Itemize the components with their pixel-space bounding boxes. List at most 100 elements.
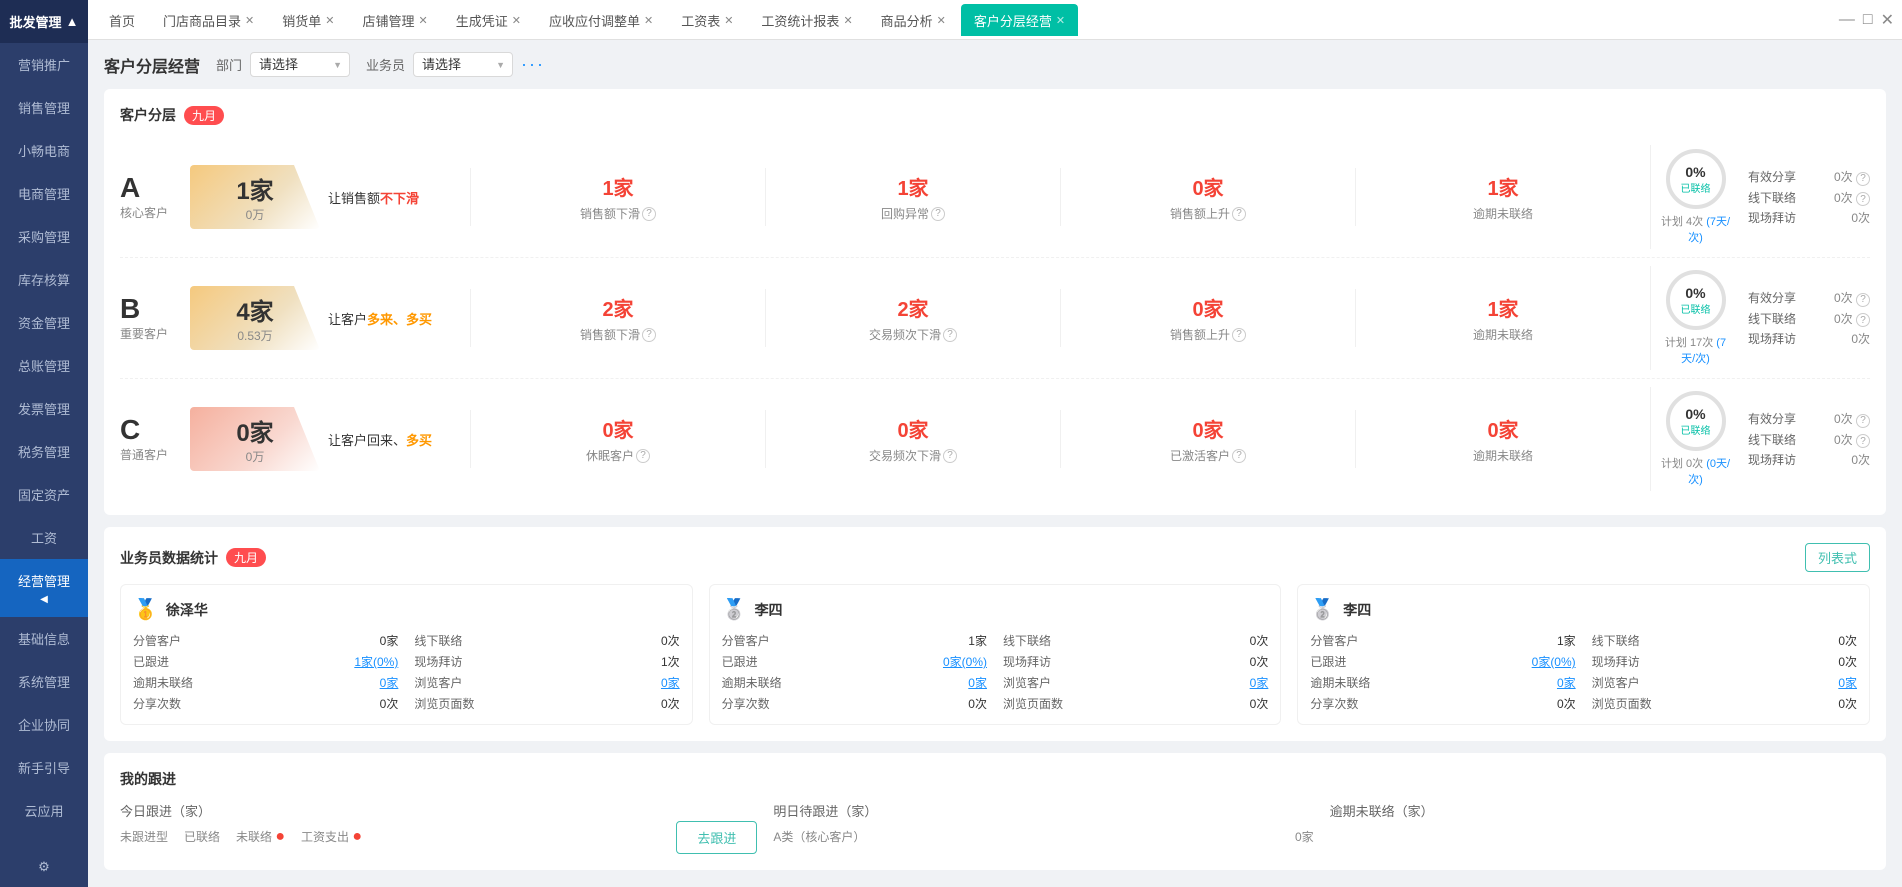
tab-home[interactable]: 首页 [96,4,148,36]
staff-m-3-3-val[interactable]: 0家(0%) [1532,653,1576,670]
tab-close-adjustment[interactable]: ✕ [644,14,653,27]
info-icon-b-s1[interactable]: ? [1856,293,1870,307]
sidebar-item-fapiao[interactable]: 发票管理 [0,387,88,430]
followup-today-col: 今日跟进（家） 未跟进型 已联络 未联络 ● 工资支出 ● [120,801,660,846]
sidebar-item-gudingzichan[interactable]: 固定资产 [0,473,88,516]
sidebar-item-xinshou[interactable]: 新手引导 [0,746,88,789]
sidebar-item-yunyingyong[interactable]: 云应用 [0,789,88,832]
staff-m-3-1-val: 1家 [1557,632,1576,649]
staff-m-2-5-val[interactable]: 0家 [968,674,987,691]
staff-m-3-1-label: 分管客户 [1310,632,1358,649]
staff-card-1-header: 🥇 徐泽华 [133,597,680,622]
sidebar-item-xiaochang[interactable]: 小畅电商 [0,129,88,172]
tab-close-generate-voucher[interactable]: ✕ [512,14,521,27]
sidebar-item-gongzi[interactable]: 工资 [0,516,88,559]
sidebar-item-caigou[interactable]: 采购管理 [0,215,88,258]
tier-a-count: 1家 [236,171,273,206]
info-icon-c1[interactable]: ? [636,449,650,463]
tier-c-metric-3-num: 0家 [1192,414,1223,443]
staff-m-2-8-label: 浏览页面数 [1003,695,1063,712]
sidebar-item-zijin[interactable]: 资金管理 [0,301,88,344]
warning-dot-2: ● [352,828,362,845]
sidebar-item-jichu[interactable]: 基础信息 [0,617,88,660]
tab-adjustment[interactable]: 应收应付调整单 ✕ [536,4,666,36]
tier-a-stat-3: 现场拜访 0次 [1748,209,1870,226]
sidebar-item-jingyingguanli[interactable]: 经营管理 ◀ [0,559,88,617]
tab-restore-icon[interactable]: □ [1863,11,1873,29]
tier-b-stat-1-label: 有效分享 [1748,289,1796,306]
sidebar-item-xitong[interactable]: 系统管理 [0,660,88,703]
info-icon-c3[interactable]: ? [1232,449,1246,463]
info-icon-3[interactable]: ? [1232,207,1246,221]
info-icon-b1[interactable]: ? [642,328,656,342]
staff-m-3-4-val: 0次 [1838,653,1857,670]
tab-sales-order[interactable]: 销货单 ✕ [269,4,347,36]
staff-m-1-6-val[interactable]: 0家 [661,674,680,691]
sidebar-item-yingxiao[interactable]: 营销推广 [0,43,88,86]
settings-button[interactable]: ⚙ [0,847,88,887]
staff-card-2-metrics: 分管客户 1家 线下联络 0次 已跟进 0家(0%) 现场拜访 [722,632,1269,712]
sidebar-item-shuiwu[interactable]: 税务管理 [0,430,88,473]
sidebar-item-xiaoshou[interactable]: 销售管理 [0,86,88,129]
staff-m-3-3-label: 已跟进 [1310,653,1346,670]
info-icon-c-s1[interactable]: ? [1856,414,1870,428]
info-icon-a2[interactable]: ? [1856,192,1870,206]
sales-select[interactable]: 请选择 [413,52,513,77]
tab-generate-voucher[interactable]: 生成凭证 ✕ [443,4,534,36]
staff-m-3-8-label: 浏览页面数 [1592,695,1652,712]
tab-customer-tier[interactable]: 客户分层经营 ✕ [961,4,1078,36]
tab-close-store-products[interactable]: ✕ [245,14,254,27]
list-view-button[interactable]: 列表式 [1805,543,1870,572]
tier-b-metric-3-num: 0家 [1192,293,1223,322]
staff-m-2-2: 线下联络 0次 [1003,632,1268,649]
tier-c-metric-2: 0家 交易频次下滑 ? [765,410,1060,468]
tab-minimize-icon[interactable]: — [1839,11,1855,29]
goto-followup-button[interactable]: 去跟进 [676,821,757,854]
tab-close-customer-tier[interactable]: ✕ [1056,14,1065,27]
staff-m-2-3-val[interactable]: 0家(0%) [943,653,987,670]
tier-a-plan-freq: (7天/次) [1688,216,1730,244]
info-icon-b-s2[interactable]: ? [1856,313,1870,327]
sidebar-header[interactable]: 批发管理 ▲ [0,0,88,43]
tab-close-payroll[interactable]: ✕ [724,14,733,27]
tab-close-product-analysis[interactable]: ✕ [937,14,946,27]
info-icon-b3[interactable]: ? [1232,328,1246,342]
tier-a-stat-2-val: 0次 ? [1834,189,1870,207]
sidebar-item-kucun[interactable]: 库存核算 [0,258,88,301]
info-icon-b2[interactable]: ? [943,328,957,342]
info-icon-1[interactable]: ? [642,207,656,221]
staff-m-2-6-val[interactable]: 0家 [1250,674,1269,691]
info-icon-c-s2[interactable]: ? [1856,434,1870,448]
tab-close-all-icon[interactable]: ✕ [1881,10,1894,30]
followup-tomorrow-title: 明日待跟进（家） [773,801,1313,820]
info-icon-c2[interactable]: ? [943,449,957,463]
tab-product-analysis[interactable]: 商品分析 ✕ [868,4,959,36]
tier-a-suggestion: 让销售额不下滑 [320,188,470,207]
staff-m-2-3: 已跟进 0家(0%) [722,653,987,670]
sidebar-item-dianshanng[interactable]: 电商管理 [0,172,88,215]
tab-close-sales-order[interactable]: ✕ [325,14,334,27]
tab-close-store-manage[interactable]: ✕ [419,14,428,27]
tab-payroll-report[interactable]: 工资统计报表 ✕ [748,4,865,36]
tier-a-metric-4-label: 逾期未联络 [1473,205,1533,222]
tab-payroll[interactable]: 工资表 ✕ [668,4,746,36]
info-icon-2[interactable]: ? [931,207,945,221]
staff-m-3-5-val[interactable]: 0家 [1557,674,1576,691]
tier-c-right-stats: 有效分享 0次 ? 线下联络 0次 ? 现场拜访 0次 [1740,410,1870,468]
tier-c-circle-pct: 0% [1685,406,1705,422]
sidebar-item-zhangzhang[interactable]: 总账管理 [0,344,88,387]
staff-m-1-5-val[interactable]: 0家 [380,674,399,691]
tier-b-metric-2: 2家 交易频次下滑 ? [765,289,1060,347]
staff-card-1-name: 徐泽华 [166,600,208,620]
dept-select[interactable]: 请选择 [250,52,350,77]
sidebar-item-xietong[interactable]: 企业协同 [0,703,88,746]
tab-store-products[interactable]: 门店商品目录 ✕ [150,4,267,36]
staff-m-3-6-val[interactable]: 0家 [1838,674,1857,691]
more-filters-button[interactable]: ··· [521,54,545,75]
tab-store-manage[interactable]: 店铺管理 ✕ [349,4,440,36]
staff-m-1-3-val[interactable]: 1家(0%) [354,653,398,670]
staff-card-3-header: 🥈 李四 [1310,597,1857,622]
tab-close-payroll-report[interactable]: ✕ [843,14,852,27]
tier-b-stat-1-val: 0次 ? [1834,289,1870,307]
info-icon-a1[interactable]: ? [1856,172,1870,186]
